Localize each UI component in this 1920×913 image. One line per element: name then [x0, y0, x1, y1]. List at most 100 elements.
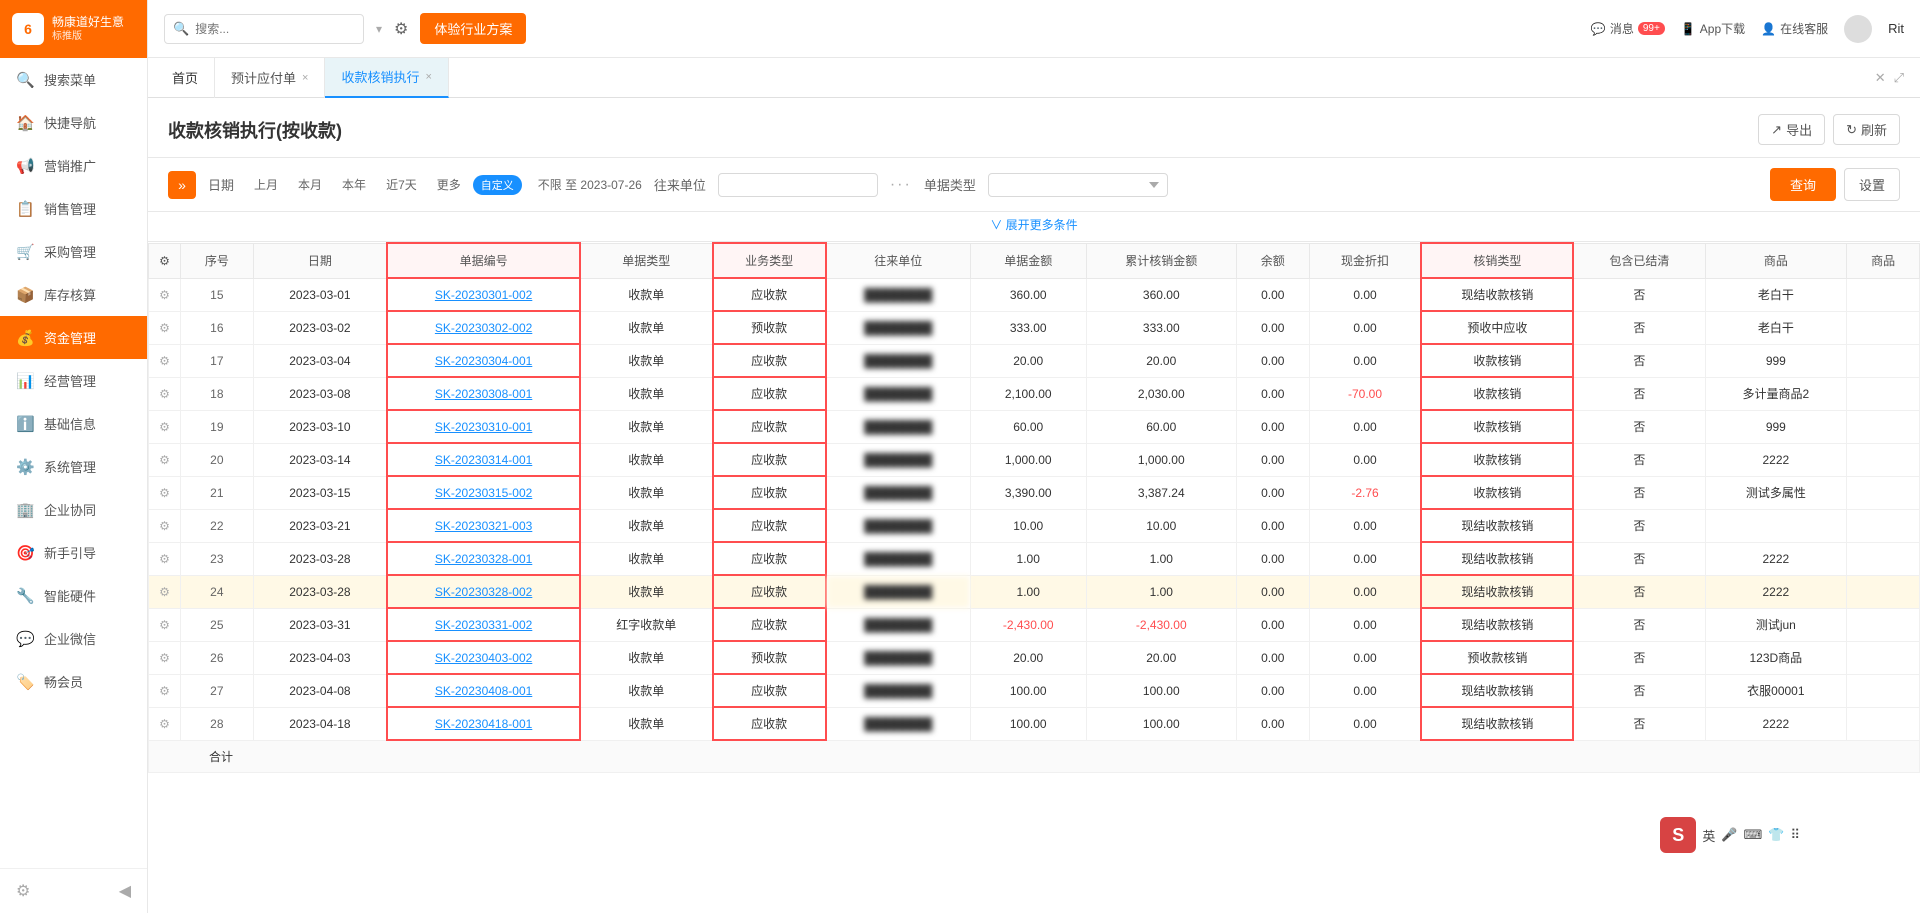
- message-action[interactable]: 💬 消息 99+: [1591, 20, 1665, 37]
- collapse-icon[interactable]: ◀: [119, 881, 131, 901]
- table-container[interactable]: ⚙序号日期单据编号单据类型业务类型往来单位单据金额累计核销金额余额现金折扣核销类…: [148, 242, 1920, 913]
- sidebar-item-operations[interactable]: 📊经营管理: [0, 359, 147, 402]
- sidebar-item-shortcut[interactable]: 🏠快捷导航: [0, 101, 147, 144]
- doc-link[interactable]: SK-20230328-002: [435, 585, 532, 599]
- search-icon: 🔍: [173, 21, 189, 37]
- cell-seq: 24: [181, 575, 254, 608]
- doc-link[interactable]: SK-20230331-002: [435, 618, 532, 632]
- date-btn-this-year[interactable]: 本年: [334, 173, 374, 196]
- cell-doc_no[interactable]: SK-20230301-002: [387, 278, 580, 311]
- tab-home[interactable]: 首页: [156, 58, 215, 98]
- query-button[interactable]: 查询: [1770, 168, 1836, 201]
- table-row[interactable]: ⚙262023-04-03SK-20230403-002收款单预收款██████…: [149, 641, 1920, 674]
- sidebar-item-basic[interactable]: ℹ️基础信息: [0, 402, 147, 445]
- table-row[interactable]: ⚙172023-03-04SK-20230304-001收款单应收款██████…: [149, 344, 1920, 377]
- table-row[interactable]: ⚙182023-03-08SK-20230308-001收款单应收款██████…: [149, 377, 1920, 410]
- tab-payable[interactable]: 预计应付单×: [215, 58, 325, 98]
- sidebar-item-search[interactable]: 🔍搜索菜单: [0, 58, 147, 101]
- cell-doc_no[interactable]: SK-20230418-001: [387, 707, 580, 740]
- sidebar-item-system[interactable]: ⚙️系统管理: [0, 445, 147, 488]
- table-row[interactable]: ⚙222023-03-21SK-20230321-003收款单应收款██████…: [149, 509, 1920, 542]
- doc-link[interactable]: SK-20230314-001: [435, 453, 532, 467]
- cell-verified: 1.00: [1086, 575, 1236, 608]
- table-row[interactable]: ⚙252023-03-31SK-20230331-002红字收款单应收款████…: [149, 608, 1920, 641]
- doc-link[interactable]: SK-20230403-002: [435, 651, 532, 665]
- doc-link[interactable]: SK-20230408-001: [435, 684, 532, 698]
- cell-unit: ████████: [826, 377, 971, 410]
- date-btn-last-month[interactable]: 上月: [246, 173, 286, 196]
- doc-link[interactable]: SK-20230418-001: [435, 717, 532, 731]
- expand-more-button[interactable]: ∨ 展开更多条件: [990, 216, 1077, 233]
- more-filter-dots[interactable]: ···: [890, 176, 912, 194]
- table-row[interactable]: ⚙152023-03-01SK-20230301-002收款单应收款██████…: [149, 278, 1920, 311]
- cell-doc_no[interactable]: SK-20230321-003: [387, 509, 580, 542]
- table-row[interactable]: ⚙212023-03-15SK-20230315-002收款单应收款██████…: [149, 476, 1920, 509]
- doc-link[interactable]: SK-20230301-002: [435, 288, 532, 302]
- date-btn-more[interactable]: 更多: [429, 173, 469, 196]
- filter-settings-button[interactable]: 设置: [1844, 168, 1900, 201]
- tab-close-payable[interactable]: ×: [302, 72, 308, 84]
- table-row[interactable]: ⚙192023-03-10SK-20230310-001收款单应收款██████…: [149, 410, 1920, 443]
- gear-icon[interactable]: ⚙: [394, 19, 408, 39]
- table-row[interactable]: ⚙202023-03-14SK-20230314-001收款单应收款██████…: [149, 443, 1920, 476]
- cell-product: 老白干: [1705, 311, 1847, 344]
- sidebar-item-member[interactable]: 🏷️畅会员: [0, 660, 147, 703]
- sidebar-item-purchase[interactable]: 🛒采购管理: [0, 230, 147, 273]
- sidebar-item-wechat[interactable]: 💬企业微信: [0, 617, 147, 660]
- cell-doc_no[interactable]: SK-20230403-002: [387, 641, 580, 674]
- avatar[interactable]: [1844, 15, 1872, 43]
- doc-link[interactable]: SK-20230308-001: [435, 387, 532, 401]
- top-search-box[interactable]: 🔍: [164, 14, 364, 44]
- cell-doc_no[interactable]: SK-20230308-001: [387, 377, 580, 410]
- cell-doc_no[interactable]: SK-20230304-001: [387, 344, 580, 377]
- online-service-action[interactable]: 👤 在线客服: [1761, 20, 1828, 37]
- solution-button[interactable]: 体验行业方案: [420, 13, 526, 44]
- cell-doc_no[interactable]: SK-20230408-001: [387, 674, 580, 707]
- sidebar-item-guide[interactable]: 🎯新手引导: [0, 531, 147, 574]
- expand-window-icon[interactable]: ⤢: [1894, 70, 1904, 86]
- table-row[interactable]: ⚙232023-03-28SK-20230328-001收款单应收款██████…: [149, 542, 1920, 575]
- doc-link[interactable]: SK-20230310-001: [435, 420, 532, 434]
- dropdown-arrow-icon[interactable]: ▾: [376, 22, 382, 36]
- cell-doc_no[interactable]: SK-20230310-001: [387, 410, 580, 443]
- search-input[interactable]: [195, 22, 335, 36]
- unit-filter-input[interactable]: [718, 173, 878, 197]
- doc-link[interactable]: SK-20230328-001: [435, 552, 532, 566]
- table-row[interactable]: ⚙162023-03-02SK-20230302-002收款单预收款██████…: [149, 311, 1920, 344]
- settings-footer-icon[interactable]: ⚙: [16, 881, 30, 901]
- filter-toggle-button[interactable]: »: [168, 171, 196, 199]
- cell-doc_no[interactable]: SK-20230328-001: [387, 542, 580, 575]
- date-btn-this-month[interactable]: 本月: [290, 173, 330, 196]
- type-filter-select[interactable]: [988, 173, 1168, 197]
- top-actions: 💬 消息 99+ 📱 App下载 👤 在线客服 Rit: [1591, 15, 1904, 43]
- doc-link[interactable]: SK-20230315-002: [435, 486, 532, 500]
- sidebar-item-corp[interactable]: 🏢企业协同: [0, 488, 147, 531]
- close-window-icon[interactable]: ✕: [1875, 70, 1886, 86]
- cell-doc_no[interactable]: SK-20230314-001: [387, 443, 580, 476]
- app-download-action[interactable]: 📱 App下载: [1681, 20, 1745, 37]
- doc-link[interactable]: SK-20230304-001: [435, 354, 532, 368]
- table-row[interactable]: ⚙282023-04-18SK-20230418-001收款单应收款██████…: [149, 707, 1920, 740]
- cell-product2: [1847, 476, 1920, 509]
- doc-link[interactable]: SK-20230321-003: [435, 519, 532, 533]
- date-btn-7days[interactable]: 近7天: [378, 173, 425, 196]
- tab-collection[interactable]: 收款核销执行×: [325, 58, 448, 98]
- tab-close-collection[interactable]: ×: [425, 71, 431, 83]
- refresh-button[interactable]: ↻ 刷新: [1833, 114, 1900, 145]
- cell-doc_no[interactable]: SK-20230302-002: [387, 311, 580, 344]
- sidebar-item-finance[interactable]: 💰资金管理: [0, 316, 147, 359]
- sidebar-item-hardware[interactable]: 🔧智能硬件: [0, 574, 147, 617]
- cell-doc_no[interactable]: SK-20230315-002: [387, 476, 580, 509]
- table-row[interactable]: ⚙272023-04-08SK-20230408-001收款单应收款██████…: [149, 674, 1920, 707]
- cell-doc_no[interactable]: SK-20230331-002: [387, 608, 580, 641]
- export-button[interactable]: ↗ 导出: [1758, 114, 1825, 145]
- date-custom-badge[interactable]: 自定义: [473, 175, 522, 195]
- sidebar-label-system: 系统管理: [44, 457, 96, 476]
- sidebar-item-inventory[interactable]: 📦库存核算: [0, 273, 147, 316]
- sidebar-item-sales[interactable]: 📋销售管理: [0, 187, 147, 230]
- sidebar-item-marketing[interactable]: 📢营销推广: [0, 144, 147, 187]
- doc-link[interactable]: SK-20230302-002: [435, 321, 532, 335]
- cell-doc_no[interactable]: SK-20230328-002: [387, 575, 580, 608]
- cell-balance: 0.00: [1236, 344, 1309, 377]
- table-row[interactable]: ⚙242023-03-28SK-20230328-002收款单应收款██████…: [149, 575, 1920, 608]
